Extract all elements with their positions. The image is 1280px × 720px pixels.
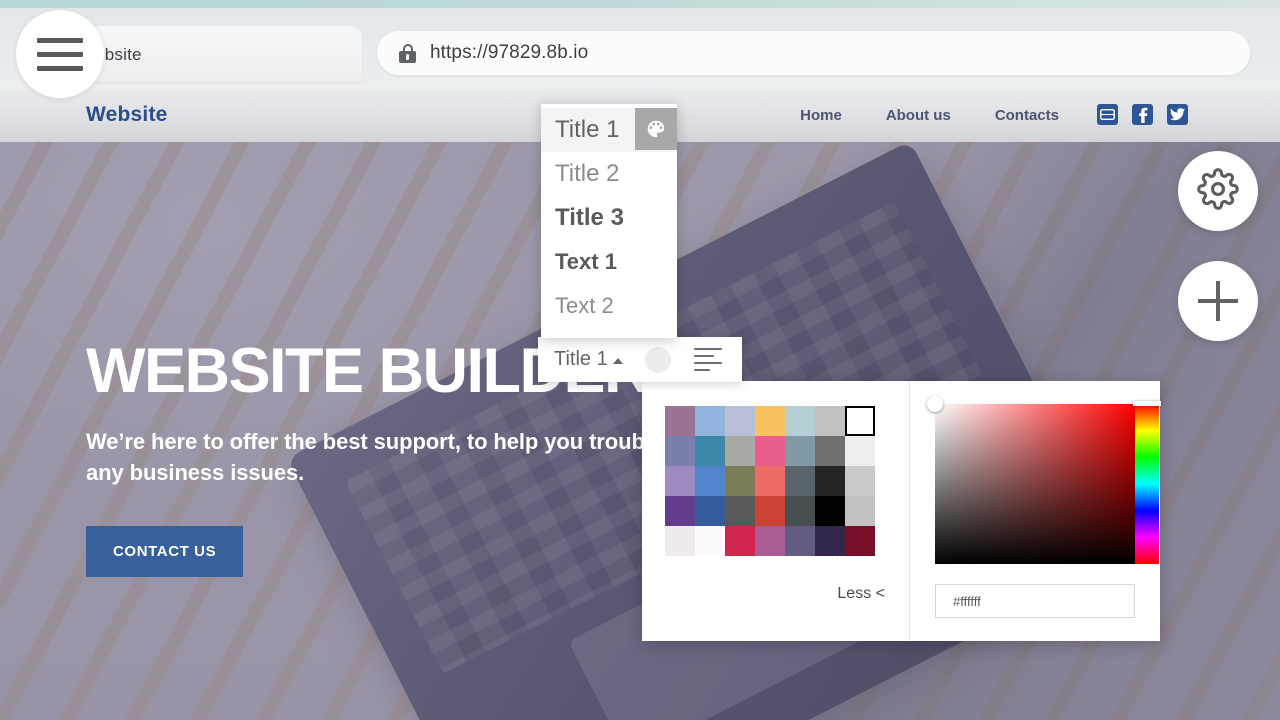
style-selector-label: Title 1 bbox=[554, 348, 608, 370]
color-swatch[interactable] bbox=[695, 466, 725, 496]
color-swatch[interactable] bbox=[815, 526, 845, 556]
app-root: ...bsite https://97829.8b.io Website Hom… bbox=[0, 0, 1280, 720]
color-swatch[interactable] bbox=[665, 406, 695, 436]
style-option-label: Title 2 bbox=[555, 160, 620, 187]
color-swatch[interactable] bbox=[725, 406, 755, 436]
text-style-dropdown: Title 1 Title 2 Title 3 Text 1 Text 2 bbox=[541, 104, 677, 338]
style-option-text-1[interactable]: Text 1 bbox=[541, 240, 677, 284]
color-swatch[interactable] bbox=[665, 466, 695, 496]
color-swatch[interactable] bbox=[755, 436, 785, 466]
site-nav: Home About us Contacts bbox=[800, 104, 1188, 125]
color-swatch[interactable] bbox=[785, 466, 815, 496]
text-format-toolbar: Title 1 bbox=[538, 337, 742, 382]
palette-icon[interactable] bbox=[635, 108, 677, 150]
settings-fab-button[interactable] bbox=[1178, 151, 1258, 231]
desktop-backdrop-strip bbox=[0, 0, 1280, 8]
color-swatch[interactable] bbox=[755, 406, 785, 436]
text-color-swatch-button[interactable] bbox=[644, 346, 671, 373]
address-bar[interactable]: https://97829.8b.io bbox=[377, 31, 1250, 75]
youtube-icon[interactable] bbox=[1097, 104, 1118, 125]
color-swatch[interactable] bbox=[815, 466, 845, 496]
twitter-icon[interactable] bbox=[1167, 104, 1188, 125]
color-swatch[interactable] bbox=[815, 436, 845, 466]
hamburger-icon-line bbox=[37, 37, 83, 43]
style-option-label: Text 2 bbox=[555, 293, 614, 318]
nav-item-about-us[interactable]: About us bbox=[886, 107, 951, 124]
gear-icon bbox=[1197, 167, 1239, 215]
browser-chrome: ...bsite https://97829.8b.io bbox=[0, 8, 1280, 89]
color-swatch[interactable] bbox=[725, 526, 755, 556]
color-swatch[interactable] bbox=[695, 496, 725, 526]
color-swatch[interactable] bbox=[785, 406, 815, 436]
hue-handle[interactable] bbox=[1133, 401, 1161, 406]
color-swatch[interactable] bbox=[815, 406, 845, 436]
color-swatch[interactable] bbox=[665, 436, 695, 466]
color-swatch[interactable] bbox=[755, 526, 785, 556]
style-selector-button[interactable]: Title 1 bbox=[554, 348, 623, 371]
style-option-text-2[interactable]: Text 2 bbox=[541, 284, 677, 328]
style-option-title-1[interactable]: Title 1 bbox=[541, 108, 677, 152]
color-swatch[interactable] bbox=[785, 496, 815, 526]
color-swatch[interactable] bbox=[695, 406, 725, 436]
hex-input[interactable] bbox=[935, 584, 1135, 618]
color-swatch[interactable] bbox=[695, 526, 725, 556]
color-swatch[interactable] bbox=[815, 496, 845, 526]
address-bar-url: https://97829.8b.io bbox=[430, 42, 589, 63]
lock-icon bbox=[399, 43, 416, 63]
facebook-icon[interactable] bbox=[1132, 104, 1153, 125]
color-swatch[interactable] bbox=[845, 466, 875, 496]
color-swatch[interactable] bbox=[845, 496, 875, 526]
contact-us-button[interactable]: CONTACT US bbox=[86, 525, 244, 577]
align-left-icon[interactable] bbox=[693, 348, 722, 371]
custom-color-panel bbox=[910, 381, 1161, 641]
color-swatch[interactable] bbox=[695, 436, 725, 466]
plus-icon bbox=[1198, 281, 1238, 321]
color-swatch[interactable] bbox=[785, 526, 815, 556]
site-logo[interactable]: Website bbox=[86, 103, 168, 127]
color-swatch[interactable] bbox=[725, 436, 755, 466]
saturation-value-area[interactable] bbox=[927, 396, 1135, 564]
hamburger-menu-button[interactable] bbox=[16, 10, 104, 98]
style-option-title-2[interactable]: Title 2 bbox=[541, 152, 677, 196]
color-swatch[interactable] bbox=[665, 496, 695, 526]
style-option-label: Text 1 bbox=[555, 249, 617, 274]
less-toggle-link[interactable]: Less < bbox=[837, 585, 885, 603]
color-swatch[interactable] bbox=[725, 466, 755, 496]
hamburger-icon-line bbox=[37, 51, 83, 57]
color-swatch[interactable] bbox=[755, 466, 785, 496]
hue-slider[interactable] bbox=[1135, 404, 1159, 564]
nav-item-contacts[interactable]: Contacts bbox=[995, 107, 1059, 124]
nav-item-home[interactable]: Home bbox=[800, 107, 842, 124]
sv-handle[interactable] bbox=[927, 396, 943, 412]
style-option-label: Title 1 bbox=[555, 116, 620, 143]
color-swatch[interactable] bbox=[785, 436, 815, 466]
color-swatch[interactable] bbox=[755, 496, 785, 526]
add-fab-button[interactable] bbox=[1178, 261, 1258, 341]
hamburger-icon-line bbox=[37, 65, 83, 71]
swatch-palette-panel: Less < bbox=[642, 381, 910, 641]
color-swatch[interactable] bbox=[845, 436, 875, 466]
color-picker-popover: Less < bbox=[642, 381, 1161, 641]
style-option-title-3[interactable]: Title 3 bbox=[541, 196, 677, 240]
style-option-label: Title 3 bbox=[555, 204, 624, 231]
color-swatch[interactable] bbox=[665, 526, 695, 556]
caret-up-icon bbox=[612, 357, 623, 364]
swatch-grid bbox=[665, 406, 875, 556]
social-links bbox=[1097, 104, 1188, 125]
color-swatch[interactable] bbox=[725, 496, 755, 526]
color-swatch[interactable] bbox=[845, 406, 875, 436]
color-swatch[interactable] bbox=[845, 526, 875, 556]
